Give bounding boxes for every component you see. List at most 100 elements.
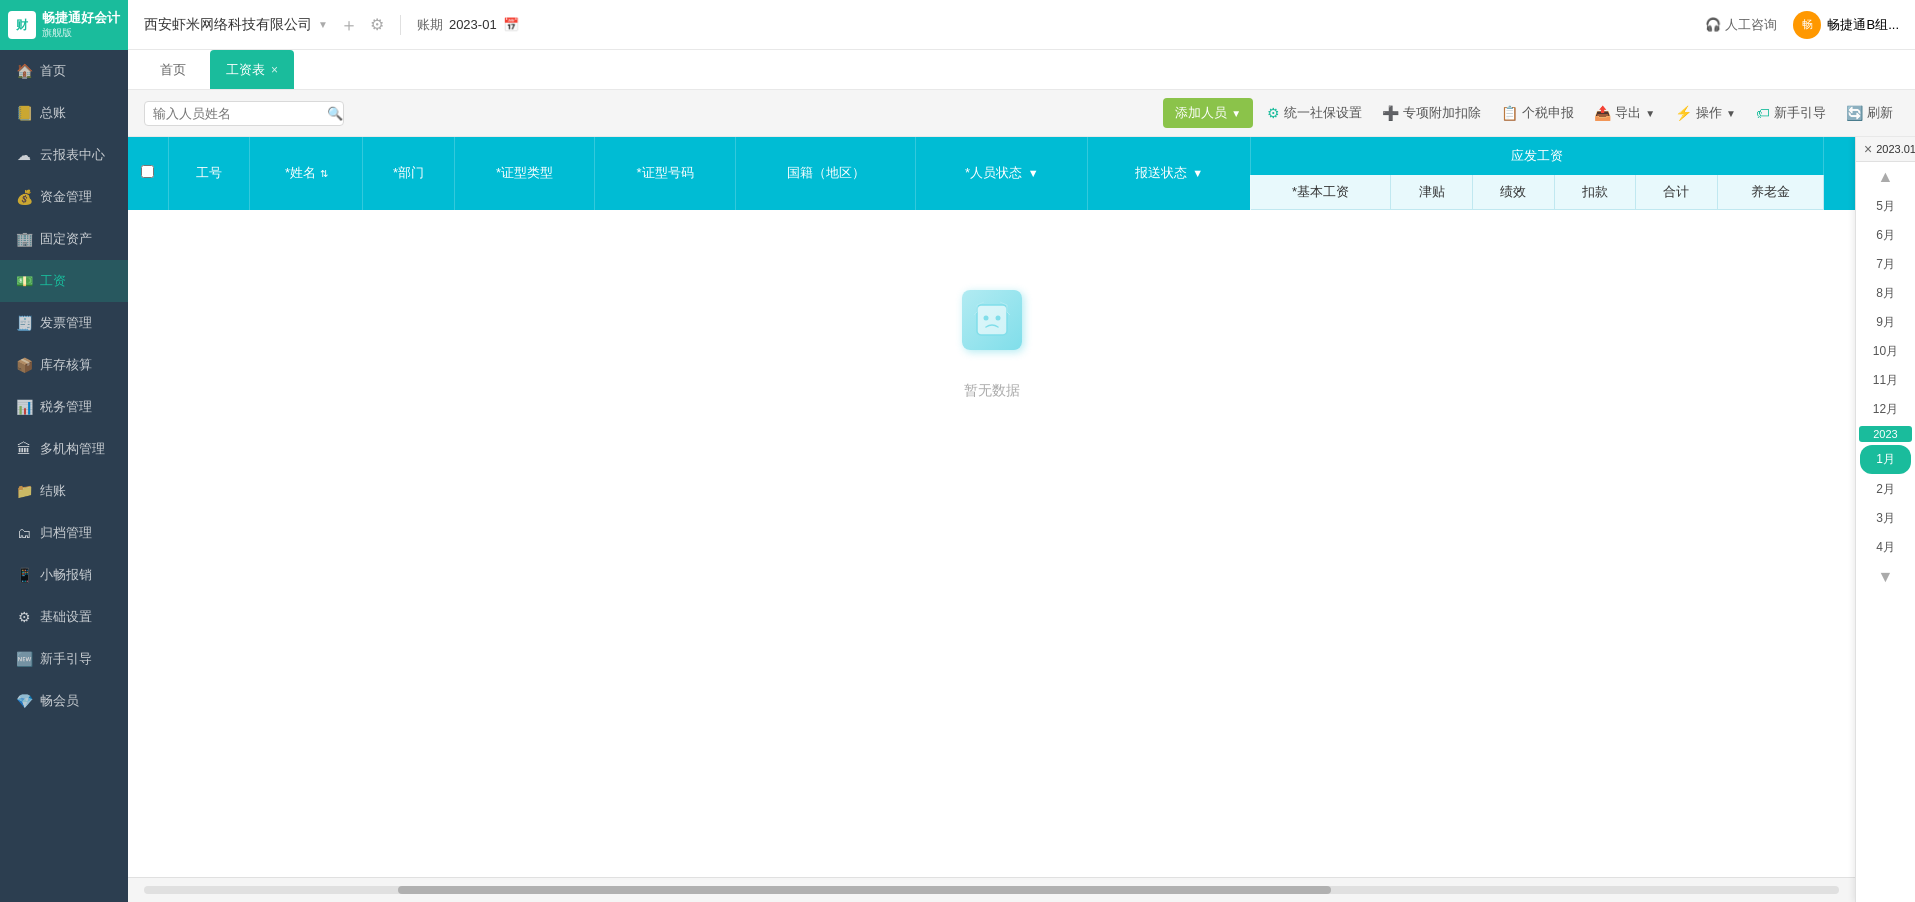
sidebar-item-expense[interactable]: 📱 小畅报销 — [0, 554, 128, 596]
empty-cube — [962, 290, 1022, 350]
svg-point-2 — [995, 316, 1000, 321]
add-person-button[interactable]: 添加人员 ▼ — [1163, 98, 1253, 128]
tab-close-icon[interactable]: × — [271, 63, 278, 77]
refresh-btn[interactable]: 🔄 刷新 — [1840, 100, 1899, 126]
sort-icon: ⇅ — [320, 168, 328, 179]
sidebar-item-archive[interactable]: 🗂 归档管理 — [0, 512, 128, 554]
month-item-4[interactable]: 4月 — [1856, 533, 1915, 562]
sidebar-label-tax: 税务管理 — [40, 398, 92, 416]
topbar-add-icon[interactable]: ＋ — [340, 13, 358, 37]
sidebar-nav: 🏠 首页 📒 总账 ☁ 云报表中心 💰 资金管理 🏢 固定资产 💵 工资 🧾 发… — [0, 50, 128, 902]
empty-text: 暂无数据 — [964, 382, 1020, 400]
guide-btn[interactable]: 🏷 新手引导 — [1750, 100, 1832, 126]
sidebar-item-settings[interactable]: ⚙ 基础设置 — [0, 596, 128, 638]
month-item-6[interactable]: 6月 — [1856, 221, 1915, 250]
person-status-filter-icon[interactable]: ▼ — [1028, 167, 1039, 179]
col-total: 合计 — [1636, 175, 1718, 210]
sidebar-item-assets[interactable]: 🏢 固定资产 — [0, 218, 128, 260]
avatar: 畅 — [1793, 11, 1821, 39]
current-period-label: 2023.01 — [1876, 143, 1915, 155]
special-deduction-btn[interactable]: ➕ 专项附加扣除 — [1376, 100, 1487, 126]
headset-icon: 🎧 — [1705, 17, 1721, 32]
company-dropdown-icon: ▼ — [318, 19, 328, 30]
month-item-5[interactable]: 5月 — [1856, 192, 1915, 221]
scrollbar-area — [128, 877, 1855, 902]
sidebar-label-cloud: 云报表中心 — [40, 146, 105, 164]
sidebar-label-close-period: 结账 — [40, 482, 66, 500]
month-item-9[interactable]: 9月 — [1856, 308, 1915, 337]
month-nav-up-btn[interactable]: ▲ — [1856, 162, 1915, 192]
sidebar-label-vip: 畅会员 — [40, 692, 79, 710]
logo-sub: 旗舰版 — [42, 26, 120, 40]
tab-salary[interactable]: 工资表 × — [210, 50, 294, 89]
svg-point-1 — [983, 316, 988, 321]
col-performance: 绩效 — [1472, 175, 1554, 210]
tab-home-label: 首页 — [160, 61, 186, 79]
search-input[interactable] — [153, 106, 321, 121]
toolbar-right: 添加人员 ▼ ⚙ 统一社保设置 ➕ 专项附加扣除 📋 个税申报 📤 导出 ▼ ⚡ — [1163, 98, 1899, 128]
month-item-2[interactable]: 2月 — [1856, 475, 1915, 504]
social-label: 统一社保设置 — [1284, 104, 1362, 122]
month-item-10[interactable]: 10月 — [1856, 337, 1915, 366]
add-person-label: 添加人员 — [1175, 104, 1227, 122]
sidebar-item-inventory[interactable]: 📦 库存核算 — [0, 344, 128, 386]
topbar-settings-icon[interactable]: ⚙ — [370, 15, 384, 34]
service-btn[interactable]: 🎧 人工咨询 — [1705, 16, 1777, 34]
empty-svg — [972, 300, 1012, 340]
refresh-icon: 🔄 — [1846, 105, 1863, 121]
content-tabs: 首页 工资表 × — [128, 50, 1915, 90]
vip-icon: 💎 — [16, 693, 32, 709]
sidebar-item-invoice[interactable]: 🧾 发票管理 — [0, 302, 128, 344]
operation-btn[interactable]: ⚡ 操作 ▼ — [1669, 100, 1742, 126]
company-selector[interactable]: 西安虾米网络科技有限公司 ▼ — [144, 16, 328, 34]
month-item-12[interactable]: 12月 — [1856, 395, 1915, 424]
col-deduction: 扣款 — [1554, 175, 1636, 210]
period-display: 账期 2023-01 📅 — [417, 16, 519, 34]
col-base-salary: *基本工资 — [1250, 175, 1391, 210]
sidebar-item-ledger[interactable]: 📒 总账 — [0, 92, 128, 134]
col-report-status: 报送状态 ▼ — [1088, 137, 1250, 210]
export-icon: 📤 — [1594, 105, 1611, 121]
topbar-right: 🎧 人工咨询 畅 畅捷通B组... — [1705, 11, 1899, 39]
settings-icon: ⚙ — [16, 609, 32, 625]
sidebar-item-guide[interactable]: 🆕 新手引导 — [0, 638, 128, 680]
search-icon: 🔍 — [327, 106, 343, 121]
month-panel-close-btn[interactable]: × — [1860, 141, 1876, 157]
sidebar-item-fund[interactable]: 💰 资金管理 — [0, 176, 128, 218]
month-item-7[interactable]: 7月 — [1856, 250, 1915, 279]
inventory-icon: 📦 — [16, 357, 32, 373]
month-item-3[interactable]: 3月 — [1856, 504, 1915, 533]
sidebar-label-inventory: 库存核算 — [40, 356, 92, 374]
export-btn[interactable]: 📤 导出 ▼ — [1588, 100, 1661, 126]
month-nav-down-btn[interactable]: ▼ — [1856, 562, 1915, 592]
user-menu[interactable]: 畅 畅捷通B组... — [1793, 11, 1899, 39]
sidebar-label-settings: 基础设置 — [40, 608, 92, 626]
month-item-1-active[interactable]: 1月 — [1860, 445, 1911, 474]
sidebar-item-close-period[interactable]: 📁 结账 — [0, 470, 128, 512]
period-value: 2023-01 — [449, 17, 497, 32]
social-insurance-btn[interactable]: ⚙ 统一社保设置 — [1261, 100, 1368, 126]
col-payable-salary-group: 应发工资 — [1250, 137, 1823, 175]
select-all-checkbox[interactable] — [141, 165, 154, 178]
tab-salary-label: 工资表 — [226, 61, 265, 79]
special-label: 专项附加扣除 — [1403, 104, 1481, 122]
report-status-filter-icon[interactable]: ▼ — [1192, 167, 1203, 179]
sidebar-item-vip[interactable]: 💎 畅会员 — [0, 680, 128, 722]
period-label: 账期 — [417, 16, 443, 34]
sidebar-item-home[interactable]: 🏠 首页 — [0, 50, 128, 92]
export-label: 导出 — [1615, 104, 1641, 122]
tax-report-btn[interactable]: 📋 个税申报 — [1495, 100, 1580, 126]
month-item-8[interactable]: 8月 — [1856, 279, 1915, 308]
sidebar-item-salary[interactable]: 💵 工资 — [0, 260, 128, 302]
calendar-icon[interactable]: 📅 — [503, 17, 519, 32]
month-item-11[interactable]: 11月 — [1856, 366, 1915, 395]
tab-home[interactable]: 首页 — [144, 50, 202, 89]
operation-dropdown-icon: ▼ — [1726, 108, 1736, 119]
sidebar-item-multi-org[interactable]: 🏛 多机构管理 — [0, 428, 128, 470]
sidebar-item-cloud-report[interactable]: ☁ 云报表中心 — [0, 134, 128, 176]
sidebar-item-tax[interactable]: 📊 税务管理 — [0, 386, 128, 428]
sidebar: 财 畅捷通好会计 旗舰版 🏠 首页 📒 总账 ☁ 云报表中心 💰 资金管理 🏢 … — [0, 0, 128, 902]
scrollbar-thumb[interactable] — [398, 886, 1330, 894]
scrollbar-track[interactable] — [144, 886, 1839, 894]
social-icon: ⚙ — [1267, 105, 1280, 121]
